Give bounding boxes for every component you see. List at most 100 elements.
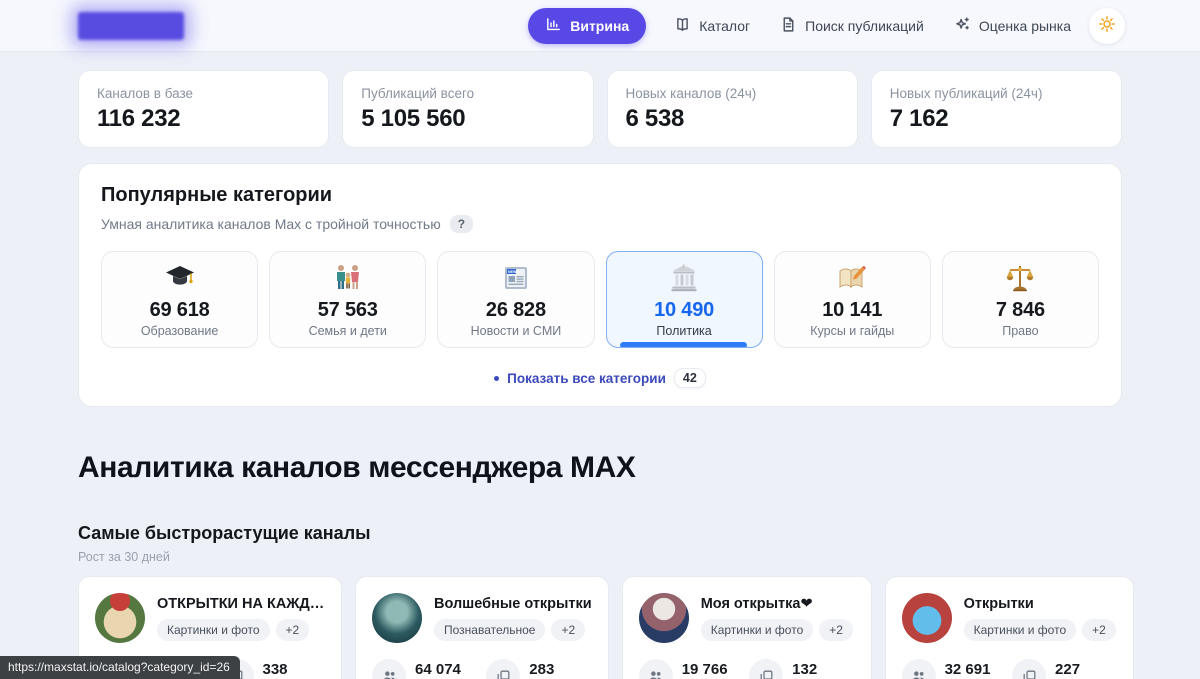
newspaper-icon: NEWS: [500, 262, 532, 294]
stat-card-publications-total: Публикаций всего 5 105 560: [342, 70, 594, 148]
channel-card[interactable]: Волшебные открытки Познавательное +2 64 …: [355, 576, 609, 679]
subscribers-count: 32 691: [944, 661, 991, 678]
nav-item-label: Оценка рынка: [978, 17, 1071, 34]
publications-stat: 227 публикаций: [1012, 659, 1117, 679]
channel-avatar: [95, 593, 145, 643]
stat-value: 7 162: [889, 105, 949, 132]
category-card-novosti-i-smi[interactable]: NEWS 26 828 Новости и СМИ: [437, 251, 595, 348]
subscribers-icon: [372, 659, 406, 679]
logo-censored-block: [78, 11, 184, 40]
panel-subtitle-row: Умная аналитика каналов Max с тройной то…: [101, 215, 1099, 233]
site-logo[interactable]: [75, 9, 187, 43]
stat-card-channels-total: Каналов в базе 116 232: [78, 70, 330, 148]
category-count: 10 141: [822, 298, 883, 321]
page-title: Аналитика каналов мессенджера MAX: [78, 451, 636, 484]
show-all-label: Показать все категории: [507, 370, 666, 386]
stat-label: Публикаций всего: [361, 86, 475, 101]
section-subtitle: Рост за 30 дней: [78, 550, 170, 564]
channel-header: ОТКРЫТКИ НА КАЖДЫЙ... Картинки и фото +2: [95, 593, 325, 643]
channel-extra-tag: +2: [819, 618, 853, 641]
nav-item-vitrina[interactable]: Витрина: [528, 7, 647, 44]
publications-count: 227: [1055, 661, 1081, 678]
categories-count-badge: 42: [673, 368, 706, 388]
category-label: Право: [1002, 323, 1039, 338]
subscribers-icon: [901, 659, 936, 679]
publications-count: 338: [262, 661, 288, 678]
stat-label: Новых каналов (24ч): [625, 86, 757, 101]
summary-stats-row: Каналов в базе 116 232 Публикаций всего …: [78, 70, 1122, 148]
stat-label: Каналов в базе: [97, 86, 194, 101]
nav-item-label: Витрина: [570, 17, 630, 34]
category-card-semya-i-deti[interactable]: 57 563 Семья и дети: [269, 251, 427, 348]
channel-stats: 64 074 подписчиков 283 публикаций: [372, 659, 592, 679]
channel-tags: Картинки и фото +2: [700, 618, 853, 641]
publications-icon: [749, 659, 784, 679]
help-badge[interactable]: ?: [449, 215, 474, 233]
category-count: 26 828: [485, 298, 546, 321]
selected-category-indicator: [619, 342, 747, 347]
theme-toggle-button[interactable]: [1089, 7, 1125, 44]
channel-tags: Картинки и фото +2: [157, 618, 325, 641]
nav-item-label: Каталог: [699, 17, 751, 34]
classical-building-icon: [668, 262, 700, 294]
sparkles-icon: [954, 16, 971, 36]
category-count: 7 846: [995, 298, 1045, 321]
category-card-politika[interactable]: 10 490 Политика: [605, 251, 763, 348]
section-title: Самые быстрорастущие каналы: [78, 523, 371, 543]
book-icon: [674, 16, 691, 36]
scales-icon: [1004, 262, 1036, 294]
main-nav: Витрина Каталог Поиск публикаций Оценка …: [528, 7, 1073, 44]
channel-card[interactable]: Моя открытка❤ Картинки и фото +2 19 766 …: [621, 576, 872, 679]
category-card-obrazovanie[interactable]: 69 618 Образование: [101, 251, 259, 348]
bar-chart-icon: [545, 16, 562, 36]
subscribers-icon: [638, 659, 673, 679]
category-count: 69 618: [149, 298, 210, 321]
category-card-kursy-i-gajdy[interactable]: 10 141 Курсы и гайды: [773, 251, 931, 348]
graduation-cap-icon: [164, 262, 196, 294]
channel-card[interactable]: Открытки Картинки и фото +2 32 691 подпи…: [884, 576, 1135, 679]
channel-name: Открытки: [963, 595, 1034, 612]
subscribers-stat: 64 074 подписчиков: [372, 659, 486, 679]
publications-icon: [1012, 659, 1047, 679]
channel-extra-tag: +2: [551, 618, 586, 641]
category-label: Образование: [140, 323, 219, 338]
nav-item-label: Поиск публикаций: [805, 17, 924, 34]
nav-item-katalog[interactable]: Каталог: [672, 10, 752, 42]
panel-title: Популярные категории: [101, 184, 333, 206]
family-icon: [332, 262, 364, 294]
stat-value: 5 105 560: [361, 105, 466, 132]
channel-tag: Картинки и фото: [157, 618, 270, 641]
book-pencil-icon: [836, 262, 868, 294]
stat-value: 6 538: [625, 105, 685, 132]
channel-extra-tag: +2: [275, 618, 310, 641]
channel-name: ОТКРЫТКИ НА КАЖДЫЙ...: [157, 595, 325, 612]
channel-tag: Познавательное: [434, 618, 546, 641]
subscribers-stat: 32 691 подписчиков: [901, 659, 1012, 679]
channel-name: Моя открытка❤: [700, 595, 813, 612]
panel-subtitle: Умная аналитика каналов Max с тройной то…: [101, 216, 441, 232]
svg-text:NEWS: NEWS: [508, 270, 519, 274]
category-label: Новости и СМИ: [470, 323, 562, 338]
category-count: 57 563: [317, 298, 378, 321]
channel-header: Волшебные открытки Познавательное +2: [372, 593, 592, 643]
main-content: Каналов в базе 116 232 Публикаций всего …: [0, 52, 1200, 679]
channel-header: Открытки Картинки и фото +2: [901, 593, 1118, 643]
browser-status-url: https://maxstat.io/catalog?category_id=2…: [0, 656, 240, 679]
publications-stat: 283 публикаций: [486, 659, 591, 679]
category-grid: 69 618 Образование 57 563 Семья и дети N…: [101, 251, 1099, 348]
channel-extra-tag: +2: [1082, 618, 1116, 641]
subscribers-count: 64 074: [415, 661, 461, 678]
nav-item-ocenka-rynka[interactable]: Оценка рынка: [952, 10, 1073, 42]
channel-tags: Картинки и фото +2: [963, 618, 1116, 641]
channel-tag: Картинки и фото: [700, 618, 814, 641]
category-label: Курсы и гайды: [810, 323, 895, 338]
subscribers-count: 19 766: [681, 661, 728, 678]
channel-header: Моя открытка❤ Картинки и фото +2: [638, 593, 855, 643]
category-card-pravo[interactable]: 7 846 Право: [941, 251, 1099, 348]
stat-card-new-channels-24h: Новых каналов (24ч) 6 538: [606, 70, 858, 148]
publications-count: 283: [529, 661, 555, 678]
publications-icon: [486, 659, 521, 679]
publications-count: 132: [792, 661, 818, 678]
show-all-categories-link[interactable]: Показать все категории: [494, 371, 666, 386]
nav-item-poisk-publikacij[interactable]: Поиск публикаций: [778, 10, 926, 42]
